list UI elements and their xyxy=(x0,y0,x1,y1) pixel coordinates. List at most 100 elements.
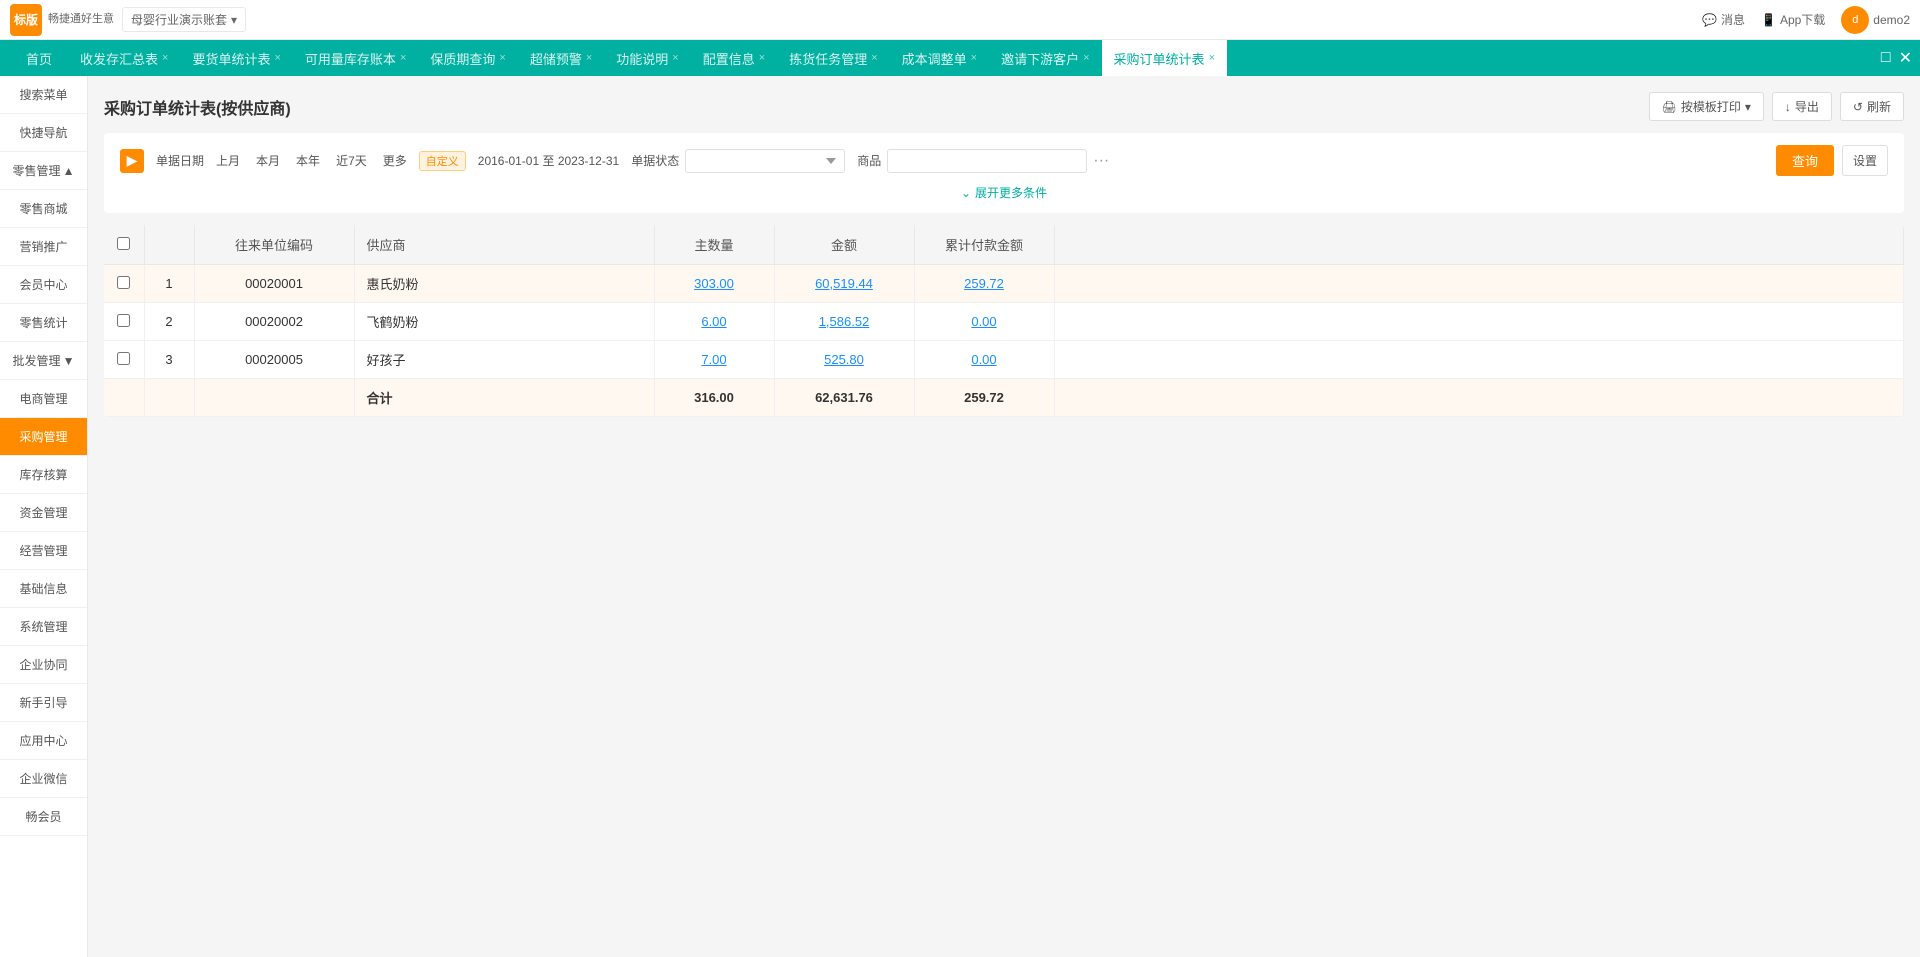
row3-checkbox[interactable] xyxy=(117,352,130,365)
sidebar-item-quick-nav[interactable]: 快捷导航 xyxy=(0,114,87,152)
logo-text: 畅捷通好生意 xyxy=(48,13,114,26)
sidebar-item-purchase-mgmt[interactable]: 采购管理 xyxy=(0,418,87,456)
sidebar-item-finance[interactable]: 资金管理 xyxy=(0,494,87,532)
workspace-selector[interactable]: 母婴行业演示账套 ▾ xyxy=(122,7,246,32)
sidebar-item-basic-info[interactable]: 基础信息 xyxy=(0,570,87,608)
th-paid: 累计付款金额 xyxy=(914,225,1054,265)
app-icon: 📱 xyxy=(1761,13,1776,27)
tab-purchase-summary[interactable]: 要货单统计表 × xyxy=(180,40,292,76)
sidebar-item-member-center[interactable]: 会员中心 xyxy=(0,266,87,304)
user-profile[interactable]: d demo2 xyxy=(1841,6,1910,34)
top-bar: 标版 畅捷通好生意 母婴行业演示账套 ▾ 💬 消息 📱 App下载 d demo… xyxy=(0,0,1920,40)
tab-invite-downstream[interactable]: 邀请下游客户 × xyxy=(989,40,1101,76)
close-tab-invite-downstream[interactable]: × xyxy=(1083,52,1089,64)
message-button[interactable]: 💬 消息 xyxy=(1702,11,1745,28)
print-icon: 🖨 xyxy=(1662,100,1677,114)
sidebar-item-wholesale-mgmt[interactable]: 批发管理 ▼ xyxy=(0,342,87,380)
close-tab-overstock-warning[interactable]: × xyxy=(586,52,592,64)
row3-code: 00020005 xyxy=(194,341,354,379)
sidebar-item-retail-mgmt[interactable]: 零售管理 ▲ xyxy=(0,152,87,190)
close-tab-receive-send[interactable]: × xyxy=(162,52,168,64)
tab-receive-send[interactable]: 收发存汇总表 × xyxy=(68,40,180,76)
close-tab-config-info[interactable]: × xyxy=(759,52,765,64)
sidebar-item-marketing[interactable]: 营销推广 xyxy=(0,228,87,266)
close-tab-feature-desc[interactable]: × xyxy=(672,52,678,64)
avatar-initials: d xyxy=(1852,14,1858,26)
print-button[interactable]: 🖨 按模板打印 ▾ xyxy=(1649,92,1764,121)
th-spacer xyxy=(1054,225,1904,265)
status-select[interactable] xyxy=(685,149,845,173)
row2-qty: 6.00 xyxy=(654,303,774,341)
footer-qty: 316.00 xyxy=(654,379,774,417)
export-button[interactable]: ↓ 导出 xyxy=(1772,92,1832,121)
tab-feature-desc[interactable]: 功能说明 × xyxy=(604,40,690,76)
row2-code: 00020002 xyxy=(194,303,354,341)
refresh-button[interactable]: ↺ 刷新 xyxy=(1840,92,1904,121)
goods-input[interactable] xyxy=(887,149,1087,173)
query-button[interactable]: 查询 xyxy=(1776,145,1834,176)
filter-date-range-item: 2016-01-01 至 2023-12-31 xyxy=(478,152,619,169)
shortcut-this-month[interactable]: 本月 xyxy=(250,150,286,171)
shortcut-7days[interactable]: 近7天 xyxy=(330,150,373,171)
tab-pick-task[interactable]: 拣货任务管理 × xyxy=(777,40,889,76)
goods-more-icon[interactable]: ··· xyxy=(1093,152,1109,170)
close-tab-usable-stock[interactable]: × xyxy=(400,52,406,64)
tab-overstock-warning[interactable]: 超储预警 × xyxy=(518,40,604,76)
row1-checkbox[interactable] xyxy=(117,276,130,289)
page-header: 采购订单统计表(按供应商) 🖨 按模板打印 ▾ ↓ 导出 ↺ 刷新 xyxy=(104,92,1904,121)
row2-checkbox[interactable] xyxy=(117,314,130,327)
sidebar-item-inventory[interactable]: 库存核算 xyxy=(0,456,87,494)
sidebar-item-app-center[interactable]: 应用中心 xyxy=(0,722,87,760)
date-filter-label: 单据日期 xyxy=(156,152,204,169)
footer-amount: 62,631.76 xyxy=(774,379,914,417)
shortcut-this-year[interactable]: 本年 xyxy=(290,150,326,171)
close-window-icon[interactable]: ✕ xyxy=(1899,48,1912,68)
shortcut-more[interactable]: 更多 xyxy=(377,150,413,171)
tab-home[interactable]: 首页 xyxy=(10,40,68,76)
expand-down-icon: ⌄ xyxy=(961,186,971,200)
restore-window-icon[interactable]: □ xyxy=(1881,49,1891,67)
filter-goods-item: 商品 ··· xyxy=(857,149,1109,173)
tab-purchase-order-stat[interactable]: 采购订单统计表 × xyxy=(1102,40,1227,76)
custom-date-tag[interactable]: 自定义 xyxy=(419,151,466,171)
chevron-down-icon: ▾ xyxy=(231,13,237,27)
tab-cost-adjust[interactable]: 成本调整单 × xyxy=(890,40,989,76)
toggle-filter-arrow[interactable]: ▶ xyxy=(120,149,144,173)
close-tab-pick-task[interactable]: × xyxy=(871,52,877,64)
logo-area: 标版 畅捷通好生意 xyxy=(10,4,114,36)
close-tab-purchase-summary[interactable]: × xyxy=(274,52,280,64)
sidebar-item-sys-mgmt[interactable]: 系统管理 xyxy=(0,608,87,646)
sidebar-item-vip-member[interactable]: 畅会员 xyxy=(0,798,87,836)
tab-expiry-query[interactable]: 保质期查询 × xyxy=(418,40,517,76)
goods-filter-label: 商品 xyxy=(857,152,881,169)
footer-checkbox-cell xyxy=(104,379,144,417)
app-download-button[interactable]: 📱 App下载 xyxy=(1761,11,1825,28)
dropdown-arrow-icon: ▾ xyxy=(1745,100,1751,114)
data-table: 往来单位编码 供应商 主数量 金额 累计付款金额 1 0002000 xyxy=(104,225,1904,417)
sidebar-item-search[interactable]: 搜索菜单 xyxy=(0,76,87,114)
close-tab-purchase-order-stat[interactable]: × xyxy=(1209,52,1215,64)
workspace-name: 母婴行业演示账套 xyxy=(131,11,227,28)
row3-paid: 0.00 xyxy=(914,341,1054,379)
sidebar-item-retail-store[interactable]: 零售商城 xyxy=(0,190,87,228)
sidebar-item-enterprise-wechat[interactable]: 企业微信 xyxy=(0,760,87,798)
query-actions: 查询 设置 xyxy=(1776,145,1888,176)
sidebar-item-new-guide[interactable]: 新手引导 xyxy=(0,684,87,722)
close-tab-expiry-query[interactable]: × xyxy=(499,52,505,64)
tab-usable-stock[interactable]: 可用量库存账本 × xyxy=(293,40,418,76)
settings-button[interactable]: 设置 xyxy=(1842,145,1888,176)
shortcut-last-month[interactable]: 上月 xyxy=(210,150,246,171)
tab-config-info[interactable]: 配置信息 × xyxy=(691,40,777,76)
sidebar-item-enterprise-collab[interactable]: 企业协同 xyxy=(0,646,87,684)
select-all-checkbox[interactable] xyxy=(117,237,130,250)
sidebar-item-ops-mgmt[interactable]: 经营管理 xyxy=(0,532,87,570)
sidebar-item-retail-stat[interactable]: 零售统计 xyxy=(0,304,87,342)
th-num xyxy=(144,225,194,265)
row2-spacer xyxy=(1054,303,1904,341)
sidebar-item-ecommerce[interactable]: 电商管理 xyxy=(0,380,87,418)
footer-spacer xyxy=(1054,379,1904,417)
expand-more-button[interactable]: ⌄ 展开更多条件 xyxy=(961,184,1047,201)
avatar: d xyxy=(1841,6,1869,34)
close-tab-cost-adjust[interactable]: × xyxy=(971,52,977,64)
footer-label: 合计 xyxy=(354,379,654,417)
